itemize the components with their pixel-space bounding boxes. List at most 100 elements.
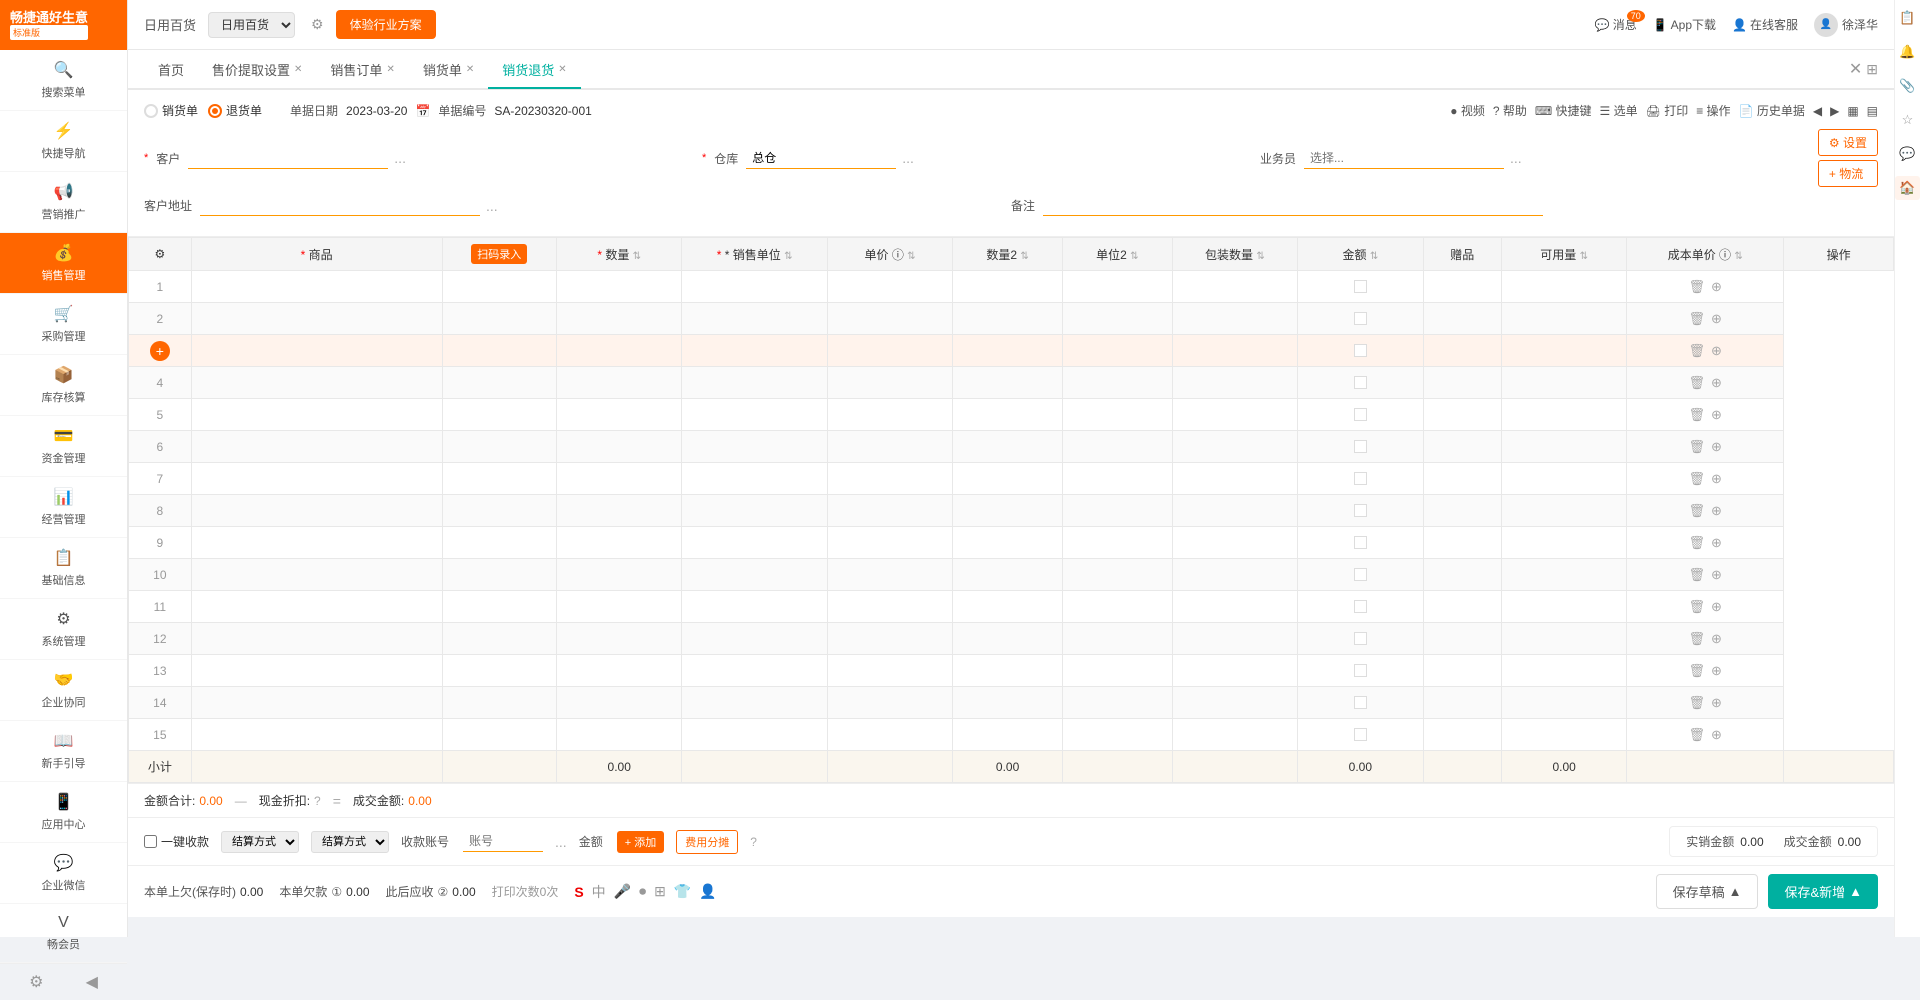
- delete-icon[interactable]: 🗑: [1689, 311, 1706, 327]
- unit-price-cell[interactable]: [682, 399, 827, 431]
- save-draft-btn[interactable]: 保存草稿 ▲: [1656, 874, 1759, 909]
- qty-cell[interactable]: [442, 399, 556, 431]
- amount-cell[interactable]: [1172, 655, 1297, 687]
- unit2-cell[interactable]: [953, 431, 1063, 463]
- available-cell[interactable]: [1423, 303, 1501, 335]
- salesperson-input[interactable]: [1304, 148, 1504, 169]
- copy-icon[interactable]: ⊕: [1711, 311, 1722, 327]
- delete-icon[interactable]: 🗑: [1689, 727, 1706, 743]
- unit-price-cell[interactable]: [682, 719, 827, 751]
- rpanel-bell-icon[interactable]: 🔔: [1895, 40, 1919, 64]
- app-download-item[interactable]: 📱 App下载: [1653, 16, 1716, 33]
- gift-checkbox[interactable]: [1354, 600, 1367, 613]
- unit-price-cell[interactable]: [682, 495, 827, 527]
- unit2-cell[interactable]: [953, 591, 1063, 623]
- unit2-cell[interactable]: [953, 719, 1063, 751]
- cost-price-cell[interactable]: [1501, 399, 1626, 431]
- salesperson-select-btn[interactable]: ...: [1510, 150, 1522, 166]
- add-fee-btn[interactable]: + 添加: [617, 831, 664, 853]
- user-item[interactable]: 👤 徐泽华: [1814, 13, 1878, 37]
- sidebar-item-quicknav[interactable]: ⚡ 快捷导航: [0, 111, 127, 172]
- pack-qty-cell[interactable]: [1062, 463, 1172, 495]
- sales-unit-cell[interactable]: [556, 655, 681, 687]
- pack-qty-cell[interactable]: [1062, 399, 1172, 431]
- gift-checkbox[interactable]: [1354, 536, 1367, 549]
- amount-cell[interactable]: [1172, 527, 1297, 559]
- gift-checkbox[interactable]: [1354, 568, 1367, 581]
- cost-price-cell[interactable]: [1501, 271, 1626, 303]
- qty-cell[interactable]: [442, 527, 556, 559]
- cost-price-cell[interactable]: [1501, 559, 1626, 591]
- copy-icon[interactable]: ⊕: [1711, 535, 1722, 551]
- amount-cell[interactable]: [1172, 271, 1297, 303]
- copy-icon[interactable]: ⊕: [1711, 375, 1722, 391]
- unit2-cell[interactable]: [953, 463, 1063, 495]
- rpanel-clipboard-icon[interactable]: 📋: [1895, 6, 1919, 30]
- gift-checkbox[interactable]: [1354, 632, 1367, 645]
- cost-price-cell[interactable]: [1501, 335, 1626, 367]
- product-input[interactable]: [200, 343, 434, 358]
- unit2-cell[interactable]: [953, 655, 1063, 687]
- qty2-cell[interactable]: [827, 591, 952, 623]
- available-cell[interactable]: [1423, 527, 1501, 559]
- qty-cell[interactable]: [442, 495, 556, 527]
- sales-unit-cell[interactable]: [556, 431, 681, 463]
- gift-checkbox[interactable]: [1354, 728, 1367, 741]
- amount-cell[interactable]: [1172, 463, 1297, 495]
- qty2-cell[interactable]: [827, 367, 952, 399]
- qty-cell[interactable]: [442, 719, 556, 751]
- sales-unit-cell[interactable]: [556, 687, 681, 719]
- qty2-cell[interactable]: [827, 719, 952, 751]
- calendar-icon[interactable]: 📅: [415, 104, 430, 118]
- view-grid-btn[interactable]: ▤: [1867, 104, 1878, 118]
- qty2-cell[interactable]: [827, 527, 952, 559]
- history-action[interactable]: 📄 历史单据: [1739, 102, 1805, 119]
- gift-checkbox[interactable]: [1354, 312, 1367, 325]
- amount-cell[interactable]: [1172, 591, 1297, 623]
- rpanel-attach-icon[interactable]: 📎: [1895, 74, 1919, 98]
- sales-unit-cell[interactable]: [556, 719, 681, 751]
- account-input[interactable]: [463, 831, 543, 852]
- pack-qty-cell[interactable]: [1062, 559, 1172, 591]
- pack-qty-cell[interactable]: [1062, 687, 1172, 719]
- delete-icon[interactable]: 🗑: [1689, 599, 1706, 615]
- gift-checkbox[interactable]: [1354, 664, 1367, 677]
- pack-qty-cell[interactable]: [1062, 431, 1172, 463]
- delete-icon[interactable]: 🗑: [1689, 503, 1706, 519]
- cost-price-cell[interactable]: [1501, 495, 1626, 527]
- qty-cell[interactable]: [442, 687, 556, 719]
- qty-cell[interactable]: [442, 431, 556, 463]
- fee-question[interactable]: ?: [750, 835, 757, 849]
- qty2-cell[interactable]: [827, 335, 952, 367]
- sidebar-item-marketing[interactable]: 📢 营销推广: [0, 172, 127, 233]
- pack-qty-cell[interactable]: [1062, 591, 1172, 623]
- pack-qty-cell[interactable]: [1062, 271, 1172, 303]
- gift-checkbox[interactable]: [1354, 696, 1367, 709]
- tab-delivery[interactable]: 销货单 ✕: [409, 52, 488, 89]
- copy-icon[interactable]: ⊕: [1711, 407, 1722, 423]
- unit2-cell[interactable]: [953, 559, 1063, 591]
- sidebar-item-basic-info[interactable]: 📋 基础信息: [0, 538, 127, 599]
- setting-btn[interactable]: ⚙ 设置: [1818, 129, 1878, 156]
- sales-unit-cell[interactable]: [556, 335, 681, 367]
- cost-price-cell[interactable]: [1501, 655, 1626, 687]
- tab-close-delivery[interactable]: ✕: [466, 64, 474, 75]
- qty2-cell[interactable]: [827, 399, 952, 431]
- rpanel-star-icon[interactable]: ☆: [1898, 108, 1918, 132]
- sidebar-item-inventory[interactable]: 📦 库存核算: [0, 355, 127, 416]
- address-select-btn[interactable]: ...: [486, 198, 498, 214]
- available-cell[interactable]: [1423, 495, 1501, 527]
- tab-close-sales-order[interactable]: ✕: [386, 64, 394, 75]
- sales-unit-cell[interactable]: [556, 271, 681, 303]
- available-cell[interactable]: [1423, 431, 1501, 463]
- shortcut-action[interactable]: ⌨ 快捷键: [1535, 102, 1592, 119]
- sidebar-item-vip[interactable]: V 畅会员: [0, 904, 127, 963]
- cost-price-cell[interactable]: [1501, 687, 1626, 719]
- available-cell[interactable]: [1423, 719, 1501, 751]
- delete-icon[interactable]: 🗑: [1689, 695, 1706, 711]
- amount-cell[interactable]: [1172, 495, 1297, 527]
- calc-select[interactable]: 结算方式: [311, 831, 389, 853]
- warehouse-select-btn[interactable]: ...: [902, 150, 914, 166]
- qty2-cell[interactable]: [827, 495, 952, 527]
- sales-unit-cell[interactable]: [556, 367, 681, 399]
